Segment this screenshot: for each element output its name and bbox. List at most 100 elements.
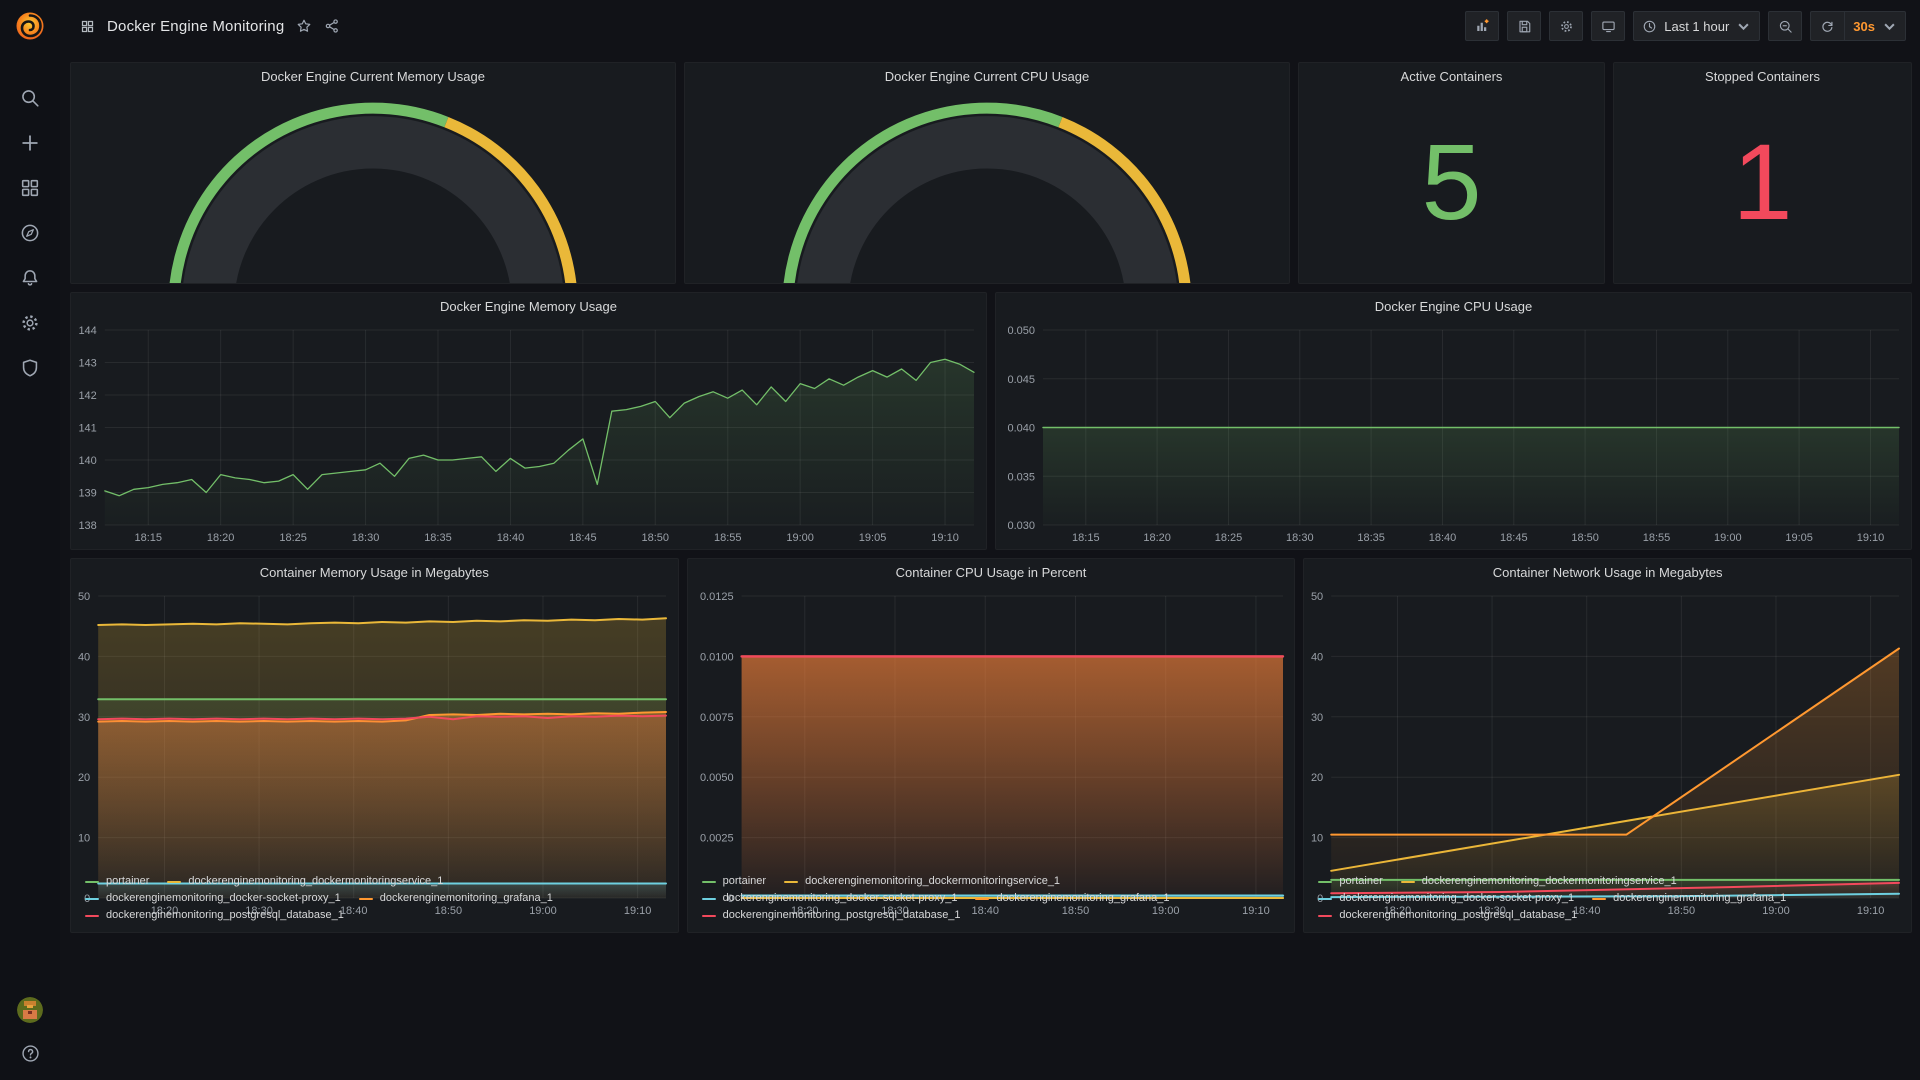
dashboard-settings-button[interactable]	[1549, 11, 1584, 41]
sidebar	[0, 0, 60, 1080]
container-cpu-chart[interactable]: 0 0.0025 0.0050 0.0075 0.0100 0.0125 18:20 18:3…	[688, 586, 1295, 917]
svg-text:19:05: 19:05	[1785, 532, 1813, 544]
panel-container-memory: Container Memory Usage in Megabytes 0102…	[70, 558, 679, 933]
svg-text:0.050: 0.050	[1007, 325, 1035, 337]
legend-item[interactable]: dockerenginemonitoring_grafana_1	[358, 890, 553, 907]
legend-series-label: dockerenginemonitoring_docker-socket-pro…	[106, 892, 341, 904]
legend-series-color	[701, 897, 716, 900]
alerting-bell-icon[interactable]	[19, 267, 41, 289]
legend-item[interactable]: dockerenginemonitoring_dockermonitorings…	[167, 873, 443, 890]
container-network-chart[interactable]: 0102030405018:2018:3018:4018:5019:0019:1…	[1304, 586, 1911, 917]
legend-series-label: dockerenginemonitoring_docker-socket-pro…	[722, 892, 958, 904]
cycle-view-mode-button[interactable]	[1591, 11, 1626, 41]
user-avatar[interactable]	[17, 997, 43, 1023]
panel-title[interactable]: Docker Engine Current CPU Usage	[685, 63, 1289, 90]
legend-item[interactable]: dockerenginemonitoring_docker-socket-pro…	[85, 890, 341, 907]
svg-text:18:40: 18:40	[497, 532, 525, 544]
legend-series-label: dockerenginemonitoring_docker-socket-pro…	[1339, 892, 1575, 904]
refresh-interval-dropdown[interactable]: 30s	[1844, 11, 1906, 41]
chart-legend: portainer dockerenginemonitoring_dockermo…	[688, 871, 1295, 932]
panel-title[interactable]: Active Containers	[1299, 63, 1604, 90]
svg-text:50: 50	[1311, 591, 1323, 603]
svg-text:18:45: 18:45	[569, 532, 597, 544]
svg-text:18:15: 18:15	[1072, 532, 1100, 544]
configuration-gear-icon[interactable]	[19, 312, 41, 334]
legend-item[interactable]: dockerenginemonitoring_grafana_1	[975, 890, 1170, 907]
legend-series-label: dockerenginemonitoring_dockermonitorings…	[805, 875, 1061, 887]
dashboard-grid-icon[interactable]	[80, 19, 95, 34]
panel-title[interactable]: Stopped Containers	[1614, 63, 1911, 90]
engine-cpu-chart[interactable]: 0.030 0.035 0.040 0.045 0.050 18:15 18:20 18:25…	[996, 320, 1911, 549]
svg-text:40: 40	[78, 651, 90, 663]
legend-item[interactable]: portainer	[701, 873, 766, 890]
legend-item[interactable]: dockerenginemonitoring_grafana_1	[1592, 890, 1786, 907]
svg-text:18:45: 18:45	[1500, 532, 1528, 544]
svg-text:18:35: 18:35	[424, 532, 452, 544]
cpu-gauge[interactable]: 0.040%	[685, 90, 1289, 283]
panel-container-network: Container Network Usage in Megabytes 010…	[1303, 558, 1912, 933]
zoom-out-time-button[interactable]	[1768, 11, 1803, 41]
svg-text:0.0050: 0.0050	[700, 772, 734, 784]
svg-text:18:40: 18:40	[1429, 532, 1457, 544]
legend-series-color	[975, 897, 990, 900]
panel-title[interactable]: Container CPU Usage in Percent	[688, 559, 1295, 586]
svg-text:20: 20	[1311, 772, 1323, 784]
legend-series-label: dockerenginemonitoring_postgresql_databa…	[722, 909, 961, 921]
memory-gauge[interactable]: 142 MB	[71, 90, 675, 283]
legend-series-color	[1318, 914, 1333, 917]
panel-container-cpu: Container CPU Usage in Percent 0 0.0025 0.…	[686, 558, 1296, 933]
svg-text:20: 20	[78, 772, 90, 784]
panel-gauge-memory: Docker Engine Current Memory Usage 142 M…	[70, 62, 676, 284]
panel-title[interactable]: Container Memory Usage in Megabytes	[71, 559, 678, 586]
server-admin-shield-icon[interactable]	[19, 357, 41, 379]
legend-series-label: dockerenginemonitoring_postgresql_databa…	[106, 909, 344, 921]
legend-item[interactable]: portainer	[85, 873, 149, 890]
time-range-picker[interactable]: Last 1 hour	[1633, 11, 1761, 41]
legend-item[interactable]: dockerenginemonitoring_postgresql_databa…	[701, 907, 961, 924]
create-plus-icon[interactable]	[19, 132, 41, 154]
svg-text:139: 139	[78, 488, 96, 500]
save-dashboard-button[interactable]	[1507, 11, 1542, 41]
legend-series-color	[85, 914, 99, 917]
legend-item[interactable]: dockerenginemonitoring_docker-socket-pro…	[1318, 890, 1574, 907]
legend-series-label: dockerenginemonitoring_grafana_1	[379, 892, 553, 904]
svg-text:40: 40	[1311, 651, 1323, 663]
legend-series-label: dockerenginemonitoring_postgresql_databa…	[1339, 909, 1578, 921]
panel-title[interactable]: Docker Engine Current Memory Usage	[71, 63, 675, 90]
panel-title[interactable]: Docker Engine Memory Usage	[71, 293, 986, 320]
svg-text:18:35: 18:35	[1357, 532, 1385, 544]
legend-item[interactable]: dockerenginemonitoring_dockermonitorings…	[784, 873, 1060, 890]
grafana-app: Docker Engine Monitoring Last 1 hour 30s…	[0, 0, 1920, 1080]
help-icon[interactable]	[20, 1043, 41, 1064]
svg-text:18:20: 18:20	[207, 532, 235, 544]
svg-text:0.045: 0.045	[1007, 374, 1035, 386]
legend-item[interactable]: dockerenginemonitoring_dockermonitorings…	[1400, 873, 1677, 890]
panel-title[interactable]: Container Network Usage in Megabytes	[1304, 559, 1911, 586]
svg-text:142: 142	[78, 390, 96, 402]
dashboards-icon[interactable]	[19, 177, 41, 199]
legend-item[interactable]: dockerenginemonitoring_postgresql_databa…	[85, 907, 344, 924]
search-icon[interactable]	[19, 87, 41, 109]
star-icon[interactable]	[296, 18, 312, 34]
container-memory-chart[interactable]: 0102030405018:2018:3018:4018:5019:0019:1…	[71, 586, 678, 917]
svg-text:18:25: 18:25	[279, 532, 307, 544]
legend-item[interactable]: dockerenginemonitoring_postgresql_databa…	[1318, 907, 1577, 924]
engine-memory-chart[interactable]: 138 139 140 141 142 143 144 18:15 18:20 18:25 18:3…	[71, 320, 986, 549]
legend-item[interactable]: portainer	[1318, 873, 1383, 890]
svg-text:18:55: 18:55	[1643, 532, 1671, 544]
legend-series-color	[85, 880, 99, 883]
share-icon[interactable]	[324, 18, 340, 34]
legend-series-color	[1400, 880, 1415, 883]
add-panel-button[interactable]	[1465, 11, 1500, 41]
refresh-button[interactable]	[1810, 11, 1845, 41]
dashboard-title[interactable]: Docker Engine Monitoring	[107, 18, 284, 35]
explore-compass-icon[interactable]	[19, 222, 41, 244]
svg-text:10: 10	[78, 833, 90, 845]
svg-text:0.0075: 0.0075	[700, 712, 734, 724]
legend-item[interactable]: dockerenginemonitoring_docker-socket-pro…	[701, 890, 958, 907]
time-range-label: Last 1 hour	[1664, 18, 1730, 34]
svg-text:18:30: 18:30	[1286, 532, 1314, 544]
svg-text:18:20: 18:20	[1143, 532, 1171, 544]
panel-title[interactable]: Docker Engine CPU Usage	[996, 293, 1911, 320]
grafana-logo-icon[interactable]	[13, 9, 47, 43]
